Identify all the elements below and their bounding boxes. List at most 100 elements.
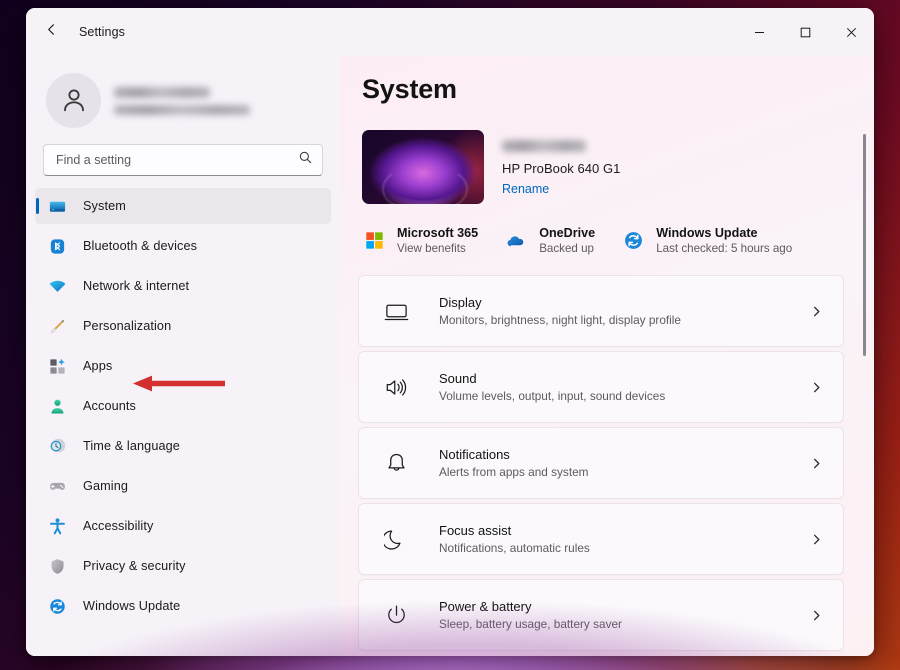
account-header[interactable] bbox=[34, 56, 332, 136]
window-titlebar: Settings bbox=[26, 8, 874, 56]
sidebar-nav: System Bluetooth & devices bbox=[34, 188, 332, 624]
maximize-button[interactable] bbox=[782, 8, 828, 56]
scrollbar-thumb[interactable] bbox=[863, 134, 866, 356]
device-model: HP ProBook 640 G1 bbox=[502, 161, 620, 176]
clock-globe-icon bbox=[46, 435, 68, 457]
sidebar-item-time-language[interactable]: Time & language bbox=[35, 428, 331, 464]
search-container bbox=[34, 136, 332, 176]
account-name-redacted bbox=[114, 87, 210, 98]
sidebar-item-gaming[interactable]: Gaming bbox=[35, 468, 331, 504]
chevron-right-icon bbox=[810, 457, 823, 470]
onedrive-cloud-icon bbox=[504, 229, 528, 253]
card-subtitle: Alerts from apps and system bbox=[439, 465, 810, 479]
desktop-wallpaper: Settings bbox=[0, 0, 900, 670]
bluetooth-icon bbox=[46, 235, 68, 257]
account-text bbox=[114, 85, 250, 115]
settings-cards: Display Monitors, brightness, night ligh… bbox=[358, 275, 844, 651]
apps-grid-icon bbox=[46, 355, 68, 377]
microsoft-logo-icon bbox=[362, 229, 386, 253]
card-subtitle: Volume levels, output, input, sound devi… bbox=[439, 389, 810, 403]
status-strip: Microsoft 365 View benefits bbox=[362, 226, 844, 255]
sidebar-item-personalization[interactable]: Personalization bbox=[35, 308, 331, 344]
sidebar-item-label: Network & internet bbox=[83, 279, 189, 293]
minimize-icon bbox=[754, 27, 765, 38]
card-text: Sound Volume levels, output, input, soun… bbox=[439, 371, 810, 403]
settings-window: Settings bbox=[26, 8, 874, 656]
speaker-icon bbox=[381, 372, 411, 402]
search-input[interactable] bbox=[56, 153, 298, 167]
settings-card-sound[interactable]: Sound Volume levels, output, input, soun… bbox=[358, 351, 844, 423]
sidebar-item-system[interactable]: System bbox=[35, 188, 331, 224]
sidebar-item-label: Bluetooth & devices bbox=[83, 239, 197, 253]
back-button[interactable] bbox=[34, 17, 68, 47]
card-subtitle: Monitors, brightness, night light, displ… bbox=[439, 313, 810, 327]
power-icon bbox=[381, 600, 411, 630]
sidebar-item-label: Personalization bbox=[83, 319, 171, 333]
status-title: Windows Update bbox=[656, 226, 792, 240]
card-title: Sound bbox=[439, 371, 810, 386]
sidebar-item-bluetooth-devices[interactable]: Bluetooth & devices bbox=[35, 228, 331, 264]
sidebar-item-label: Gaming bbox=[83, 479, 128, 493]
monitor-icon bbox=[381, 296, 411, 326]
device-info: HP ProBook 640 G1 Rename bbox=[502, 138, 620, 196]
card-subtitle: Notifications, automatic rules bbox=[439, 541, 810, 555]
windows-update-icon bbox=[621, 229, 645, 253]
sidebar-item-label: Apps bbox=[83, 359, 112, 373]
window-controls bbox=[736, 8, 874, 56]
settings-card-notifications[interactable]: Notifications Alerts from apps and syste… bbox=[358, 427, 844, 499]
sidebar-item-network-internet[interactable]: Network & internet bbox=[35, 268, 331, 304]
status-item-onedrive[interactable]: OneDrive Backed up bbox=[504, 226, 621, 255]
chevron-right-icon bbox=[810, 381, 823, 394]
settings-card-display[interactable]: Display Monitors, brightness, night ligh… bbox=[358, 275, 844, 347]
main-content: System HP ProBook 640 G1 Rename bbox=[340, 56, 874, 656]
page-title: System bbox=[362, 74, 844, 105]
card-title: Notifications bbox=[439, 447, 810, 462]
sidebar-item-label: Accessibility bbox=[83, 519, 153, 533]
sidebar-item-accessibility[interactable]: Accessibility bbox=[35, 508, 331, 544]
rename-link[interactable]: Rename bbox=[502, 182, 549, 196]
status-subtitle: Backed up bbox=[539, 242, 595, 255]
status-item-text: Windows Update Last checked: 5 hours ago bbox=[656, 226, 792, 255]
main-scrollbar[interactable] bbox=[863, 134, 866, 646]
moon-icon bbox=[381, 524, 411, 554]
card-title: Display bbox=[439, 295, 810, 310]
account-person-icon bbox=[46, 395, 68, 417]
chevron-right-icon bbox=[810, 305, 823, 318]
device-wallpaper-thumbnail bbox=[362, 130, 484, 204]
search-icon bbox=[298, 150, 313, 170]
minimize-button[interactable] bbox=[736, 8, 782, 56]
status-item-microsoft-365[interactable]: Microsoft 365 View benefits bbox=[362, 226, 504, 255]
windows-update-icon bbox=[46, 595, 68, 617]
sidebar-item-label: Windows Update bbox=[83, 599, 180, 613]
chevron-right-icon bbox=[810, 533, 823, 546]
system-monitor-icon bbox=[46, 195, 68, 217]
settings-card-focus-assist[interactable]: Focus assist Notifications, automatic ru… bbox=[358, 503, 844, 575]
sidebar-item-label: System bbox=[83, 199, 126, 213]
status-item-windows-update[interactable]: Windows Update Last checked: 5 hours ago bbox=[621, 226, 818, 255]
account-email-redacted bbox=[114, 105, 250, 115]
sidebar-item-accounts[interactable]: Accounts bbox=[35, 388, 331, 424]
close-button[interactable] bbox=[828, 8, 874, 56]
close-icon bbox=[846, 27, 857, 38]
chevron-right-icon bbox=[810, 609, 823, 622]
person-avatar-icon bbox=[59, 85, 89, 115]
search-box[interactable] bbox=[43, 144, 323, 176]
wifi-icon bbox=[46, 275, 68, 297]
card-text: Notifications Alerts from apps and syste… bbox=[439, 447, 810, 479]
status-subtitle: Last checked: 5 hours ago bbox=[656, 242, 792, 255]
sidebar-item-windows-update[interactable]: Windows Update bbox=[35, 588, 331, 624]
device-summary: HP ProBook 640 G1 Rename bbox=[362, 130, 844, 204]
sidebar-item-label: Time & language bbox=[83, 439, 180, 453]
device-name-redacted bbox=[502, 140, 586, 152]
back-arrow-icon bbox=[44, 22, 59, 42]
card-title: Focus assist bbox=[439, 523, 810, 538]
status-title: OneDrive bbox=[539, 226, 595, 240]
maximize-icon bbox=[800, 27, 811, 38]
card-title: Power & battery bbox=[439, 599, 810, 614]
sidebar-item-privacy-security[interactable]: Privacy & security bbox=[35, 548, 331, 584]
status-item-text: OneDrive Backed up bbox=[539, 226, 595, 255]
settings-card-power-battery[interactable]: Power & battery Sleep, battery usage, ba… bbox=[358, 579, 844, 651]
window-title: Settings bbox=[79, 25, 125, 39]
window-body: System Bluetooth & devices bbox=[26, 56, 874, 656]
sidebar-item-apps[interactable]: Apps bbox=[35, 348, 331, 384]
